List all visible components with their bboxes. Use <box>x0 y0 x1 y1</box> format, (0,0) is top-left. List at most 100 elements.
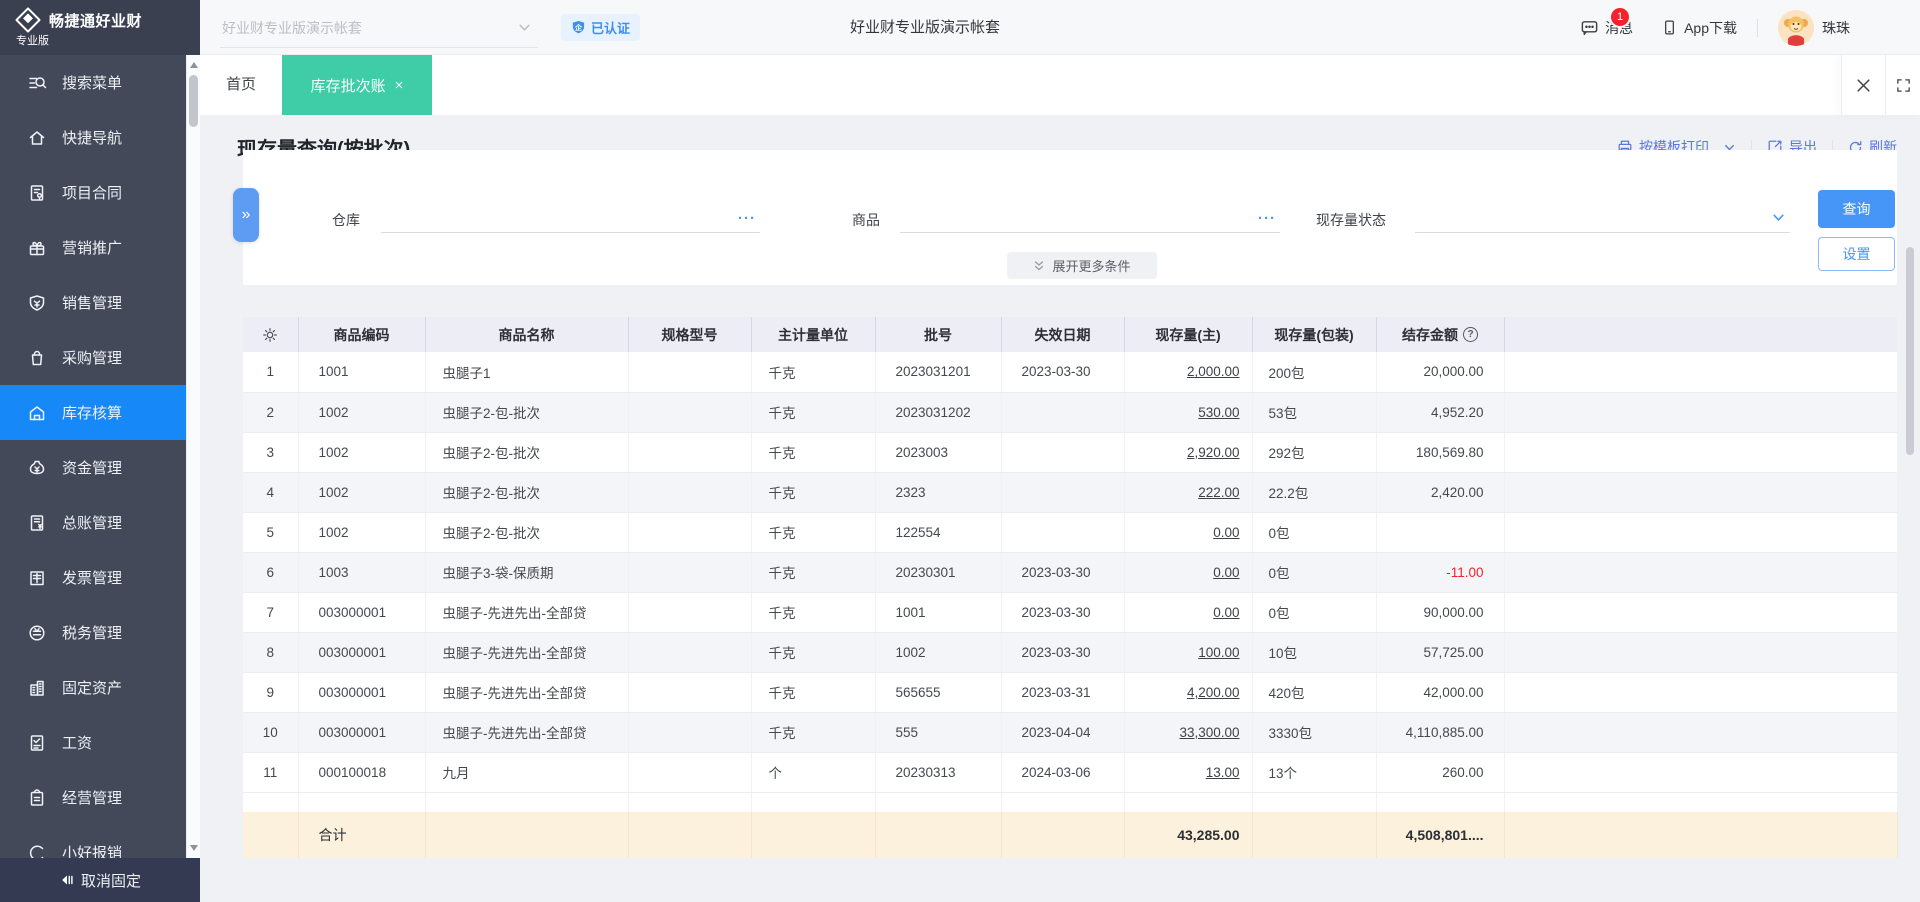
column-settings-button[interactable] <box>243 317 299 352</box>
ellipsis-picker-icon[interactable]: ··· <box>1258 211 1276 226</box>
sidebar-item-sales[interactable]: 销售管理 <box>0 275 200 330</box>
table-row[interactable]: 11 000100018 九月 个 20230313 2024-03-06 13… <box>243 752 1897 793</box>
scroll-up-arrow-icon[interactable] <box>190 62 198 68</box>
ellipsis-picker-icon[interactable]: ··· <box>738 211 756 226</box>
table-row[interactable]: 6 1003 虫腿子3-袋-保质期 千克 20230301 2023-03-30… <box>243 552 1897 593</box>
expand-filter-handle[interactable]: » <box>233 188 259 242</box>
username[interactable]: 珠珠 <box>1822 18 1850 38</box>
unpin-sidebar-button[interactable]: 取消固定 <box>0 858 200 902</box>
cell-qty-pack: 0包 <box>1252 592 1377 633</box>
sidebar-item-contract[interactable]: 项目合同 <box>0 165 200 220</box>
sidebar-item-tax[interactable]: 税务管理 <box>0 605 200 660</box>
table-row[interactable]: 5 1002 虫腿子2-包-批次 千克 122554 0.00 0包 <box>243 512 1897 553</box>
header-unit[interactable]: 主计量单位 <box>751 317 876 352</box>
header-product-code[interactable]: 商品编码 <box>298 317 426 352</box>
sidebar-item-invoice[interactable]: 发票管理 <box>0 550 200 605</box>
table-row[interactable]: 9 003000001 虫腿子-先进先出-全部贷 千克 565655 2023-… <box>243 672 1897 713</box>
stock-status-select[interactable] <box>1415 200 1790 233</box>
sidebar: 畅捷通好业财 专业版 搜索菜单 快捷导航 项目合同 营销推广 销售管理 采购管理… <box>0 0 200 902</box>
sidebar-item-purchase[interactable]: 采购管理 <box>0 330 200 385</box>
product-input[interactable]: ··· <box>900 200 1280 233</box>
scrollbar-thumb[interactable] <box>189 75 198 127</box>
messages-button[interactable]: 消息 1 <box>1580 7 1633 38</box>
table-row[interactable]: 4 1002 虫腿子2-包-批次 千克 2323 222.00 22.2包 2,… <box>243 472 1897 513</box>
sidebar-item-ledger[interactable]: 总账管理 <box>0 495 200 550</box>
settings-button[interactable]: 设置 <box>1818 237 1895 271</box>
header-amount[interactable]: 结存金额 ? <box>1376 317 1505 352</box>
scroll-down-arrow-icon[interactable] <box>190 845 198 851</box>
query-button[interactable]: 查询 <box>1818 190 1895 228</box>
table-row[interactable]: 8 003000001 虫腿子-先进先出-全部贷 千克 1002 2023-03… <box>243 632 1897 673</box>
cell-product-code: 1002 <box>298 472 426 513</box>
sidebar-item-operations[interactable]: 经营管理 <box>0 770 200 825</box>
tab-close-icon[interactable]: × <box>395 78 404 93</box>
sidebar-item-label: 固定资产 <box>62 680 123 697</box>
account-select[interactable]: 好业财专业版演示帐套 <box>220 8 538 48</box>
sidebar-item-label: 小好报销 <box>62 845 123 858</box>
sidebar-item-assets[interactable]: 固定资产 <box>0 660 200 715</box>
tab-inventory-batch[interactable]: 库存批次账 × <box>282 55 432 115</box>
header-spec[interactable]: 规格型号 <box>628 317 752 352</box>
sidebar-item-funds[interactable]: 资金管理 <box>0 440 200 495</box>
fullscreen-button[interactable] <box>1885 55 1920 115</box>
app-download-label: App下载 <box>1684 19 1737 36</box>
header-batch[interactable]: 批号 <box>875 317 1002 352</box>
user-avatar[interactable] <box>1778 9 1814 46</box>
topbar: 好业财专业版演示帐套 企 已认证 好业财专业版演示帐套 消息 1 App下载 珠… <box>200 0 1920 55</box>
sidebar-item-inventory[interactable]: 库存核算 <box>0 385 200 440</box>
table-row[interactable]: 7 003000001 虫腿子-先进先出-全部贷 千克 1001 2023-03… <box>243 592 1897 633</box>
cell-batch: 2323 <box>875 472 1002 513</box>
cell-product-name: 虫腿子3-袋-保质期 <box>425 552 629 593</box>
table-row[interactable]: 2 1002 虫腿子2-包-批次 千克 2023031202 530.00 53… <box>243 392 1897 433</box>
cell-qty-pack: 200包 <box>1252 352 1377 393</box>
page-scrollbar-thumb[interactable] <box>1906 247 1914 455</box>
cell-spec <box>628 592 752 633</box>
expand-more-conditions-button[interactable]: 展开更多条件 <box>1007 252 1157 279</box>
qty-main-link[interactable]: 100.00 <box>1198 645 1239 660</box>
qty-main-link[interactable]: 0.00 <box>1213 565 1239 580</box>
app-download-button[interactable]: App下载 <box>1661 18 1737 38</box>
qty-main-link[interactable]: 2,920.00 <box>1187 445 1240 460</box>
close-page-button[interactable] <box>1842 55 1885 115</box>
funds-icon <box>27 458 47 478</box>
cell-product-code: 1001 <box>298 352 426 393</box>
sidebar-item-salary[interactable]: 工资 <box>0 715 200 770</box>
qty-main-link[interactable]: 13.00 <box>1206 765 1240 780</box>
header-qty-main[interactable]: 现存量(主) <box>1124 317 1253 352</box>
qty-main-link[interactable]: 0.00 <box>1213 525 1239 540</box>
tab-home[interactable]: 首页 <box>200 55 282 115</box>
chevron-down-icon[interactable] <box>1771 210 1786 225</box>
row-number: 6 <box>243 552 299 593</box>
cell-qty-pack: 292包 <box>1252 432 1377 473</box>
qty-main-link[interactable]: 2,000.00 <box>1187 364 1240 379</box>
account-title: 好业财专业版演示帐套 <box>850 19 1001 36</box>
qty-main-link[interactable]: 222.00 <box>1198 485 1239 500</box>
cell-batch: 1002 <box>875 632 1002 673</box>
table-row[interactable]: 3 1002 虫腿子2-包-批次 千克 2023003 2,920.00 292… <box>243 432 1897 473</box>
table-row[interactable]: 10 003000001 虫腿子-先进先出-全部贷 千克 555 2023-04… <box>243 712 1897 753</box>
sidebar-item-search[interactable]: 搜索菜单 <box>0 55 200 110</box>
cell-product-name: 虫腿子-先进先出-全部贷 <box>425 672 629 713</box>
qty-main-link[interactable]: 0.00 <box>1213 605 1239 620</box>
sidebar-item-gift[interactable]: 营销推广 <box>0 220 200 275</box>
sidebar-scrollbar[interactable] <box>186 55 200 858</box>
main-content: 现存量查询(按批次) 按模板打印 导出 刷新 » <box>200 115 1920 902</box>
gear-icon[interactable] <box>262 327 278 343</box>
header-qty-pack[interactable]: 现存量(包装) <box>1252 317 1377 352</box>
help-circle-icon[interactable]: ? <box>1463 327 1478 342</box>
header-expiry[interactable]: 失效日期 <box>1001 317 1125 352</box>
table-row[interactable]: 1 1001 虫腿子1 千克 2023031201 2023-03-30 2,0… <box>243 352 1897 393</box>
cell-spec <box>628 352 752 393</box>
header-product-name[interactable]: 商品名称 <box>425 317 629 352</box>
qty-main-link[interactable]: 4,200.00 <box>1187 685 1240 700</box>
sidebar-item-home[interactable]: 快捷导航 <box>0 110 200 165</box>
qty-main-link[interactable]: 33,300.00 <box>1179 725 1239 740</box>
close-icon <box>1857 78 1870 92</box>
warehouse-input[interactable]: ··· <box>381 200 760 233</box>
cell-product-name: 虫腿子-先进先出-全部贷 <box>425 592 629 633</box>
cell-batch: 2023003 <box>875 432 1002 473</box>
cell-batch: 555 <box>875 712 1002 753</box>
qty-main-link[interactable]: 530.00 <box>1198 405 1239 420</box>
cell-batch: 565655 <box>875 672 1002 713</box>
sidebar-item-reimburse[interactable]: 小好报销 <box>0 825 200 858</box>
